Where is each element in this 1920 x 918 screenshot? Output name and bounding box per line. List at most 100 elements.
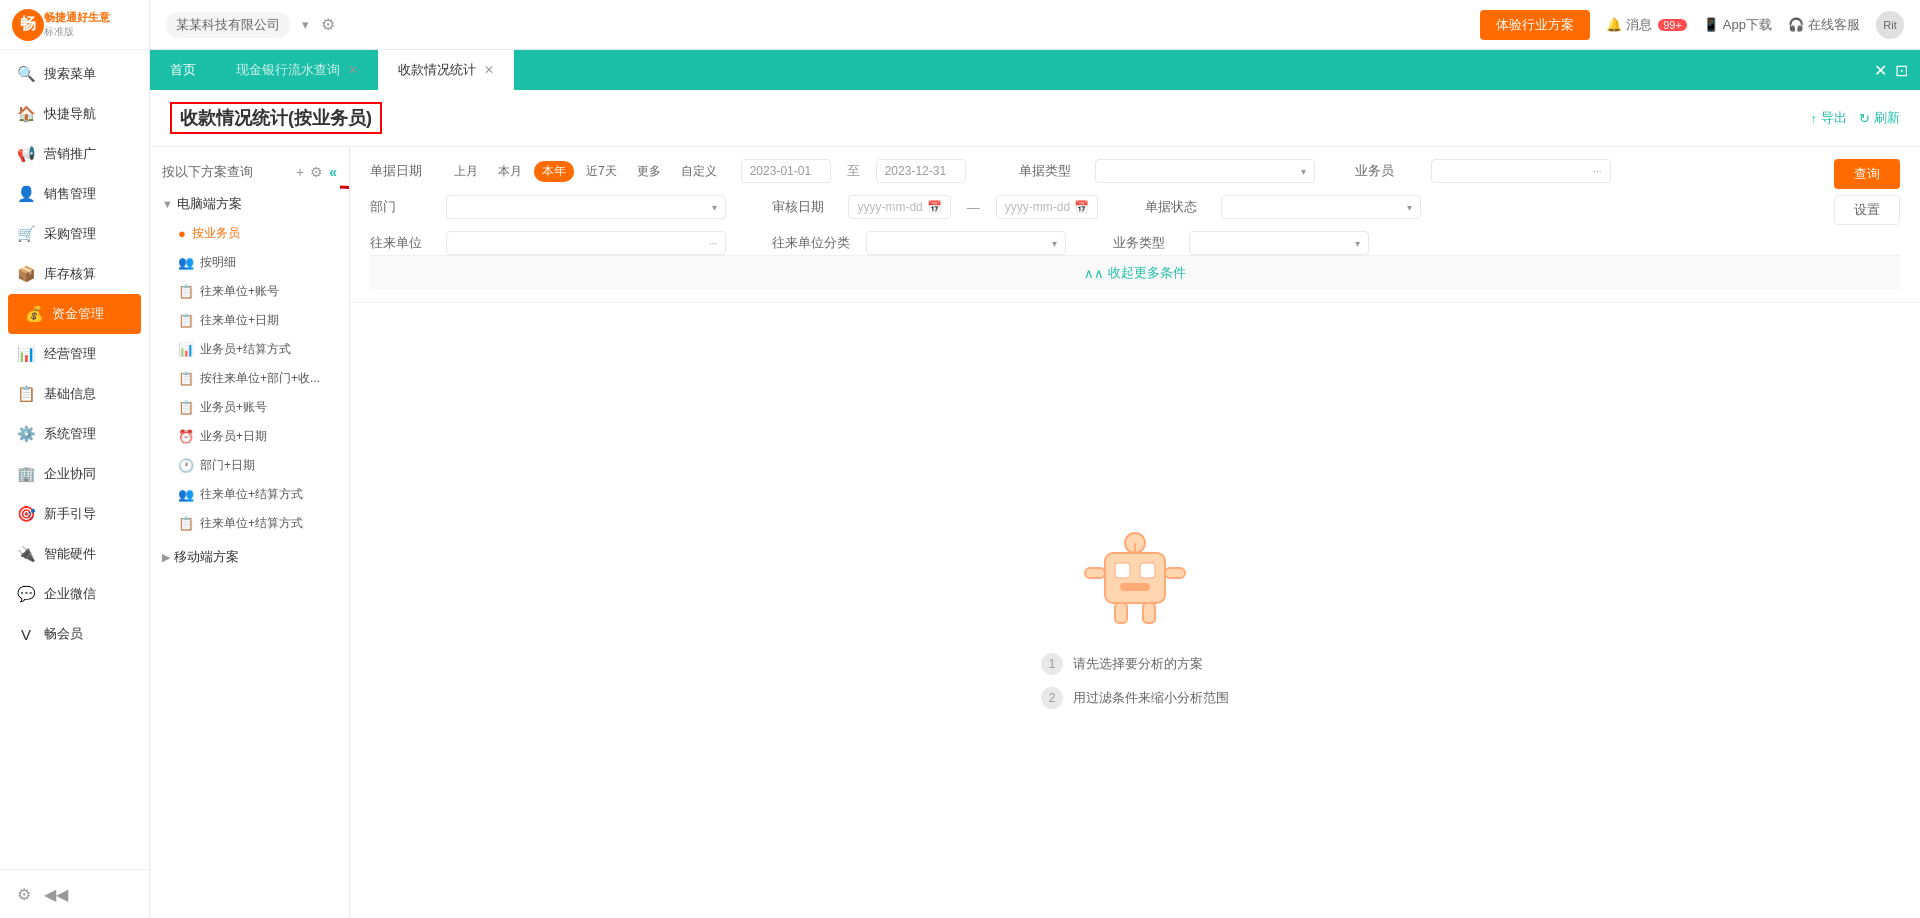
tree-item-salesperson-settlement[interactable]: 📊 业务员+结算方式 <box>150 335 349 364</box>
tab-receipt[interactable]: 收款情况统计 ✕ <box>378 50 514 90</box>
detail-icon: 👥 <box>178 255 194 270</box>
notification-action[interactable]: 🔔 消息 99+ <box>1606 16 1687 34</box>
doc-type-select[interactable]: ▾ <box>1095 159 1315 183</box>
tree-item-unit-settlement1[interactable]: 👥 往来单位+结算方式 <box>150 480 349 509</box>
user-avatar[interactable]: Rit <box>1876 11 1904 39</box>
logo-area: 畅 畅捷通好生意 标准版 <box>0 0 149 50</box>
sidebar-item-guide[interactable]: 🎯 新手引导 <box>0 494 149 534</box>
collapse-bar[interactable]: ∧∧ 收起更多条件 <box>370 255 1900 290</box>
sidebar-item-enterprise[interactable]: 🏢 企业协同 <box>0 454 149 494</box>
date-from-input[interactable]: 2023-01-01 <box>741 159 831 183</box>
tab-receipt-close[interactable]: ✕ <box>484 63 494 77</box>
sidebar-item-hardware[interactable]: 🔌 智能硬件 <box>0 534 149 574</box>
sidebar-item-purchase-label: 采购管理 <box>44 225 96 243</box>
counterpart-more-btn[interactable]: ··· <box>709 238 717 249</box>
filter-row-1: 单据日期 上月 本月 本年 近7天 更多 自定义 2023-01-01 至 <box>370 159 1810 183</box>
audit-to-placeholder: yyyy-mm-dd <box>1005 200 1070 214</box>
export-button[interactable]: ↑ 导出 <box>1811 109 1848 127</box>
add-scheme-button[interactable]: + <box>296 164 304 180</box>
tree-item-dept-date[interactable]: 🕐 部门+日期 <box>150 451 349 480</box>
tree-item-salesperson[interactable]: ● 按业务员 <box>150 219 349 248</box>
dept-select[interactable]: ▾ <box>446 195 726 219</box>
tree-expand-arrow: ▼ <box>162 198 173 210</box>
sidebar-item-basic[interactable]: 📋 基础信息 <box>0 374 149 414</box>
date-tab-7days[interactable]: 近7天 <box>578 161 625 182</box>
header-settings-icon[interactable]: ⚙ <box>321 15 335 34</box>
hardware-icon: 🔌 <box>16 544 36 564</box>
collapse-panel-button[interactable]: « <box>329 164 337 180</box>
empty-step-2: 2 用过滤条件来缩小分析范围 <box>1041 687 1229 709</box>
tree-item-unit-date[interactable]: 📋 往来单位+日期 <box>150 306 349 335</box>
tree-item-detail-label: 按明细 <box>200 254 236 271</box>
date-tab-this-month[interactable]: 本月 <box>490 161 530 182</box>
svg-rect-10 <box>1143 603 1155 623</box>
sidebar-item-inventory[interactable]: 📦 库存核算 <box>0 254 149 294</box>
doc-status-select[interactable]: ▾ <box>1221 195 1421 219</box>
date-tab-custom[interactable]: 自定义 <box>673 161 725 182</box>
sidebar-item-finance[interactable]: 💰 资金管理 <box>8 294 141 334</box>
sidebar-item-sales[interactable]: 👤 销售管理 <box>0 174 149 214</box>
audit-from-input[interactable]: yyyy-mm-dd 📅 <box>848 195 950 219</box>
tree-item-salesperson-account[interactable]: 📋 业务员+账号 <box>150 393 349 422</box>
sidebar-item-system[interactable]: ⚙️ 系统管理 <box>0 414 149 454</box>
tab-bar: 首页 现金银行流水查询 ✕ 收款情况统计 ✕ ✕ ⊡ <box>150 50 1920 90</box>
unit-settlement2-icon: 📋 <box>178 516 194 531</box>
header-right: 体验行业方案 🔔 消息 99+ 📱 App下载 🎧 在线客服 Rit <box>1480 10 1904 40</box>
settings-set-button[interactable]: 设置 <box>1834 195 1900 225</box>
tree-parent-mobile[interactable]: ▶ 移动端方案 <box>150 542 349 572</box>
app-download-action[interactable]: 📱 App下载 <box>1703 16 1772 34</box>
sidebar-item-wechat[interactable]: 💬 企业微信 <box>0 574 149 614</box>
business-type-select[interactable]: ▾ <box>1189 231 1369 255</box>
trial-button[interactable]: 体验行业方案 <box>1480 10 1590 40</box>
settings-bottom-icon[interactable]: ⚙ <box>12 882 36 906</box>
collapse-sidebar-icon[interactable]: ◀◀ <box>44 882 68 906</box>
sidebar-item-operation[interactable]: 📊 经营管理 <box>0 334 149 374</box>
tab-home[interactable]: 首页 <box>150 50 216 90</box>
business-type-label: 业务类型 <box>1113 234 1173 252</box>
sidebar-item-guide-label: 新手引导 <box>44 505 96 523</box>
online-service-action[interactable]: 🎧 在线客服 <box>1788 16 1860 34</box>
doc-type-dropdown-arrow: ▾ <box>1301 166 1306 177</box>
sidebar-item-wechat-label: 企业微信 <box>44 585 96 603</box>
tree-item-salesperson-date-label: 业务员+日期 <box>200 428 267 445</box>
sidebar-item-purchase[interactable]: 🛒 采购管理 <box>0 214 149 254</box>
calendar-icon[interactable]: 📅 <box>927 200 942 214</box>
tab-bank-close[interactable]: ✕ <box>348 63 358 77</box>
unit-account-icon: 📋 <box>178 284 194 299</box>
tree-item-unit-dept[interactable]: 📋 按往来单位+部门+收... <box>150 364 349 393</box>
sidebar-item-member[interactable]: V 畅会员 <box>0 614 149 654</box>
purchase-icon: 🛒 <box>16 224 36 244</box>
refresh-button[interactable]: ↻ 刷新 <box>1859 109 1900 127</box>
step-num-2: 2 <box>1041 687 1063 709</box>
tab-bank[interactable]: 现金银行流水查询 ✕ <box>216 50 378 90</box>
calendar2-icon[interactable]: 📅 <box>1074 200 1089 214</box>
tree-item-detail[interactable]: 👥 按明细 <box>150 248 349 277</box>
salesperson-account-icon: 📋 <box>178 400 194 415</box>
date-to-input[interactable]: 2023-12-31 <box>876 159 966 183</box>
tree-parent-desktop[interactable]: ▼ 电脑端方案 <box>150 189 349 219</box>
date-tab-more[interactable]: 更多 <box>629 161 669 182</box>
scheme-settings-button[interactable]: ⚙ <box>310 164 323 180</box>
tab-close-window[interactable]: ✕ <box>1874 61 1887 80</box>
counterpart-select[interactable]: ··· <box>446 231 726 255</box>
audit-to-input[interactable]: yyyy-mm-dd 📅 <box>996 195 1098 219</box>
query-button[interactable]: 查询 <box>1834 159 1900 189</box>
salesperson-select[interactable]: ··· <box>1431 159 1611 183</box>
tab-maximize-window[interactable]: ⊡ <box>1895 61 1908 80</box>
sidebar-item-marketing[interactable]: 📢 营销推广 <box>0 134 149 174</box>
date-tab-this-year[interactable]: 本年 <box>534 161 574 182</box>
service-icon: 🎧 <box>1788 17 1804 32</box>
sidebar-item-shortcut[interactable]: 🏠 快捷导航 <box>0 94 149 134</box>
breadcrumb-dropdown[interactable]: ▾ <box>302 17 309 32</box>
sidebar-item-search[interactable]: 🔍 搜索菜单 <box>0 54 149 94</box>
notification-badge: 99+ <box>1658 19 1687 31</box>
tree-item-unit-account[interactable]: 📋 往来单位+账号 <box>150 277 349 306</box>
date-tab-last-month[interactable]: 上月 <box>446 161 486 182</box>
sidebar-item-operation-label: 经营管理 <box>44 345 96 363</box>
tree-item-salesperson-settlement-label: 业务员+结算方式 <box>200 341 291 358</box>
refresh-icon: ↻ <box>1859 111 1870 126</box>
tree-item-salesperson-date[interactable]: ⏰ 业务员+日期 <box>150 422 349 451</box>
counterpart-category-select[interactable]: ▾ <box>866 231 1066 255</box>
tab-home-label: 首页 <box>170 61 196 79</box>
tree-item-unit-settlement2[interactable]: 📋 往来单位+结算方式 <box>150 509 349 538</box>
